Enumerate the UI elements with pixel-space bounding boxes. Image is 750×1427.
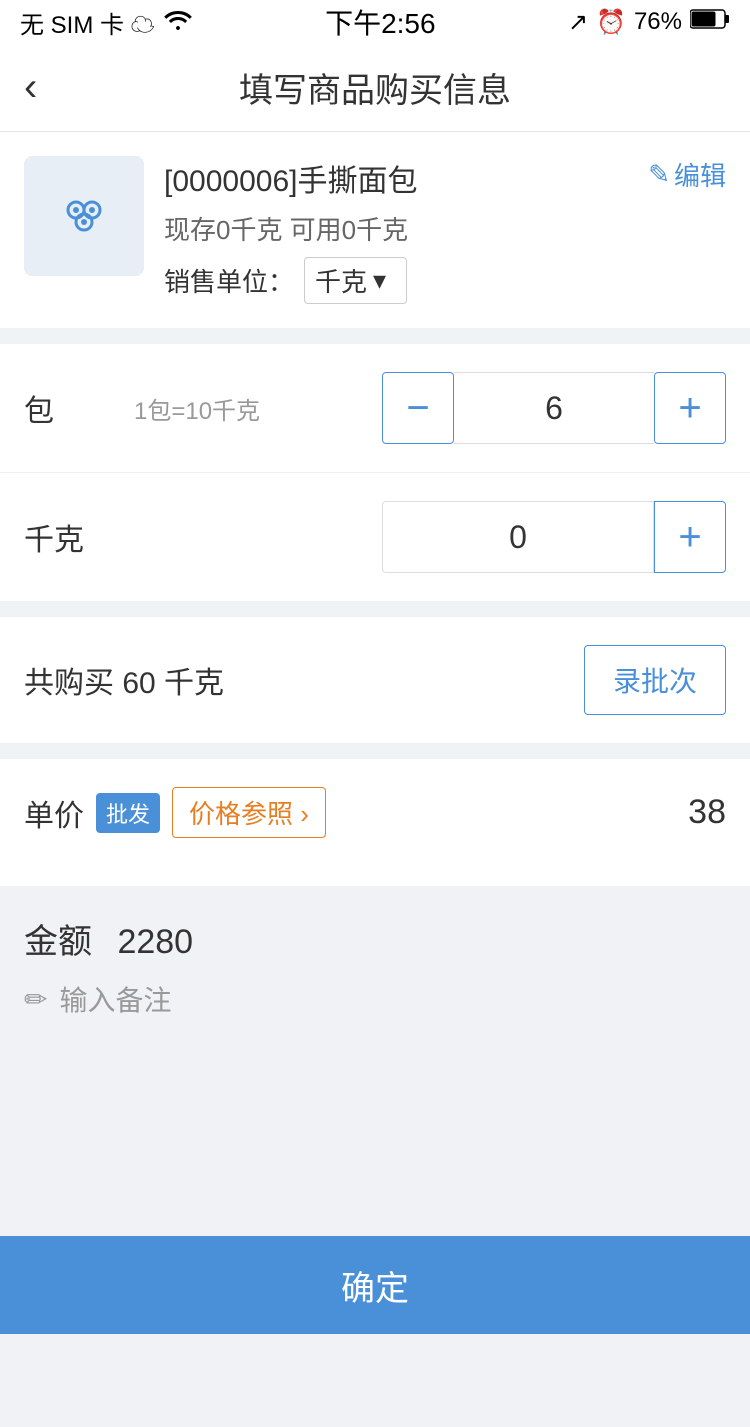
remark-icon: ✏ [24,983,47,1016]
battery-level: 76% [634,8,682,36]
product-info: [0000006]手撕面包 ✎ 编辑 现存0千克 可用0千克 销售单位： 千克 … [164,156,726,304]
quantity-section: 包 1包=10千克 − + 千克 + [0,344,750,601]
chevron-down-icon: ▾ [373,265,386,296]
quantity-row-bao: 包 1包=10千克 − + [0,344,750,473]
qty-controls-bao: − + [382,372,726,444]
status-right: ↗ ⏰ 76% [568,8,730,37]
alarm-icon: ⏰ [596,8,626,37]
product-unit-row: 销售单位： 千克 ▾ [164,257,726,304]
price-label: 单价 [24,791,84,835]
unit-select[interactable]: 千克 ▾ [304,257,407,304]
decrement-bao-button[interactable]: − [382,372,454,444]
price-left: 单价 批发 价格参照 › [24,787,326,838]
product-image [24,156,144,276]
confirm-label: 确定 [341,1261,409,1310]
unit-bao-hint: 1包=10千克 [134,391,382,426]
remark-row[interactable]: ✏ 输入备注 [24,979,726,1019]
remark-placeholder: 输入备注 [59,979,171,1019]
qty-input-bao[interactable] [454,372,654,444]
unit-kg-label: 千克 [24,515,124,559]
edit-button[interactable]: ✎ 编辑 [648,156,726,193]
increment-bao-button[interactable]: + [654,372,726,444]
back-button[interactable]: ‹ [24,65,37,110]
amount-label: 金额 [24,923,92,961]
qty-controls-kg: + [382,501,726,573]
qty-input-kg[interactable] [382,501,654,573]
price-tag-pifa: 批发 [96,793,160,833]
price-section: 单价 批发 价格参照 › 38 [0,759,750,886]
status-bar: 无 SIM 卡 ☁ 下午2:56 ↗ ⏰ 76% [0,0,750,44]
battery-icon [690,8,730,37]
total-text: 共购买 60 千克 [24,658,224,702]
sim-status: 无 SIM 卡 ☁ [20,5,155,40]
price-row: 单价 批发 价格参照 › 38 [24,787,726,838]
location-icon: ↗ [568,8,588,37]
price-ref-button[interactable]: 价格参照 › [172,787,326,838]
unit-label: 销售单位： [164,262,294,299]
nav-bar: ‹ 填写商品购买信息 [0,44,750,132]
amount-value: 2280 [117,923,193,961]
amount-row: 金额 2280 [24,914,726,963]
confirm-button[interactable]: 确定 [0,1236,750,1334]
price-value: 38 [688,793,726,832]
edit-icon: ✎ [648,159,670,190]
unit-bao-label: 包 [24,386,124,430]
page-title: 填写商品购买信息 [239,63,511,112]
product-name: [0000006]手撕面包 [164,156,417,200]
product-card: [0000006]手撕面包 ✎ 编辑 现存0千克 可用0千克 销售单位： 千克 … [0,132,750,328]
batch-button[interactable]: 录批次 [584,645,726,715]
increment-kg-button[interactable]: + [654,501,726,573]
product-stock: 现存0千克 可用0千克 [164,210,726,247]
status-time: 下午2:56 [325,2,436,42]
total-row: 共购买 60 千克 录批次 [0,617,750,743]
amount-section: 金额 2280 ✏ 输入备注 [0,886,750,1047]
wifi-icon [163,8,193,37]
status-left: 无 SIM 卡 ☁ [20,5,193,40]
quantity-row-kg: 千克 + [0,473,750,601]
